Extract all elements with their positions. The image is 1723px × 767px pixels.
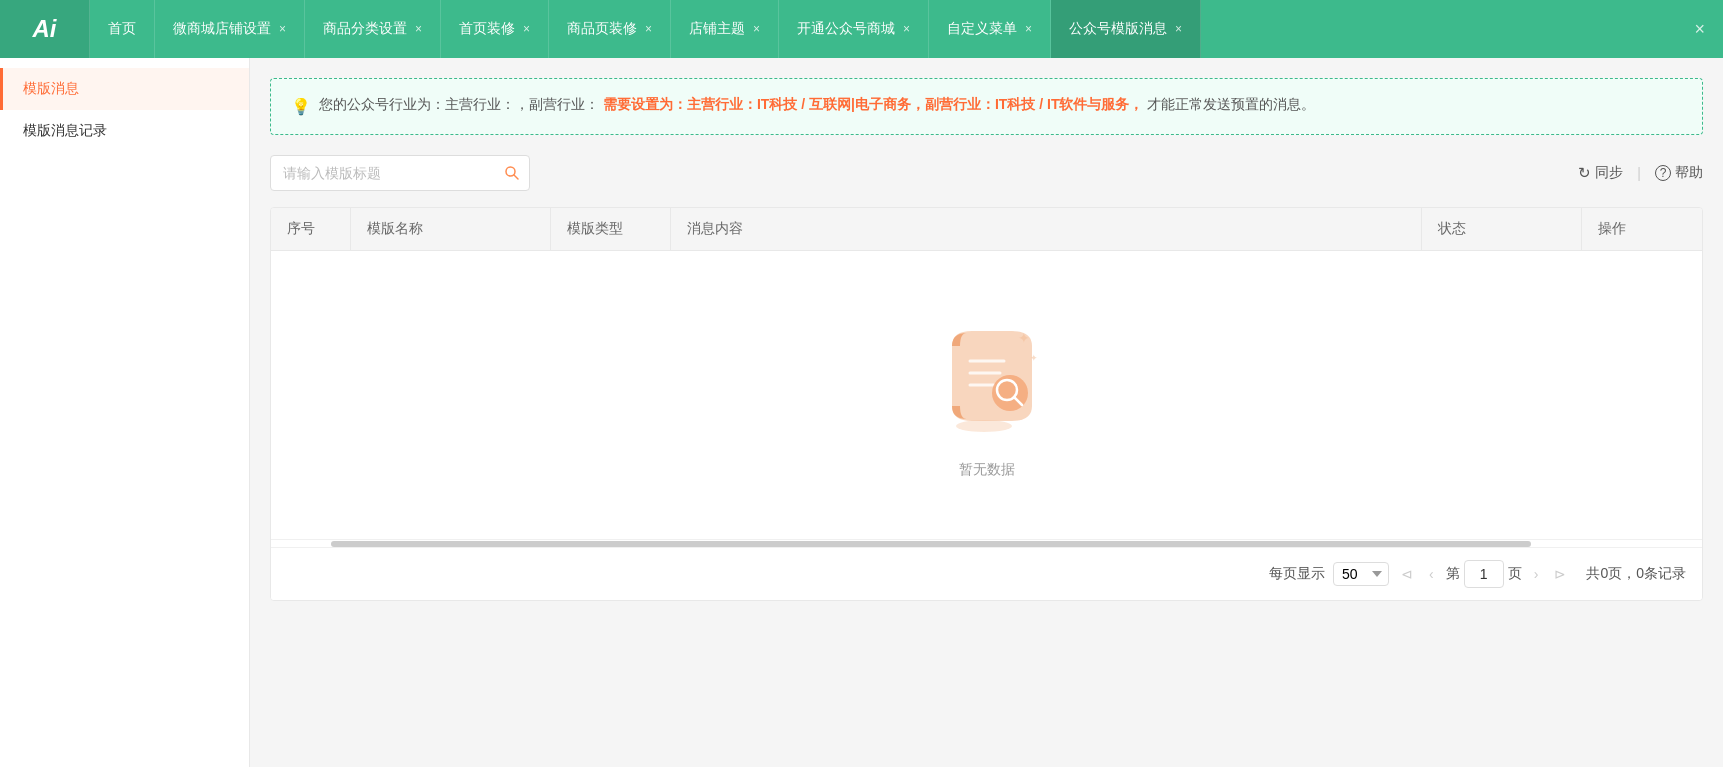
toolbar-right: ↻ 同步 | ? 帮助: [1578, 164, 1703, 182]
scroll-thumb: [331, 541, 1531, 547]
svg-line-1: [514, 175, 518, 179]
page-prefix: 第: [1446, 565, 1460, 583]
notice-icon: 💡: [291, 94, 311, 120]
svg-text:✦: ✦: [1018, 330, 1030, 346]
notice-box: 💡 您的公众号行业为：主营行业：，副营行业： 需要设置为：主营行业：IT科技 /…: [270, 78, 1703, 135]
nav-tab-4[interactable]: 商品页装修×: [549, 0, 671, 58]
sidebar: 模版消息模版消息记录: [0, 58, 250, 767]
nav-tab-close-8[interactable]: ×: [1175, 22, 1182, 36]
help-icon: ?: [1655, 165, 1671, 181]
notice-highlight: 需要设置为：主营行业：IT科技 / 互联网|电子商务，副营行业：IT科技 / I…: [603, 96, 1144, 112]
table-col-2: 模版类型: [551, 208, 671, 250]
toolbar-divider: |: [1633, 165, 1645, 181]
page-total: 共0页，0条记录: [1586, 565, 1686, 583]
empty-illustration: ✦ ✦: [922, 311, 1052, 441]
search-icon: [504, 165, 520, 181]
page-unit: 页: [1508, 565, 1522, 583]
main-layout: 模版消息模版消息记录 💡 您的公众号行业为：主营行业：，副营行业： 需要设置为：…: [0, 58, 1723, 767]
nav-tab-close-2[interactable]: ×: [415, 22, 422, 36]
nav-tab-0[interactable]: 首页: [90, 0, 155, 58]
scroll-track[interactable]: [271, 539, 1702, 547]
notice-text: 您的公众号行业为：主营行业：，副营行业： 需要设置为：主营行业：IT科技 / 互…: [319, 93, 1315, 115]
nav-tab-close-4[interactable]: ×: [645, 22, 652, 36]
nav-tab-close-3[interactable]: ×: [523, 22, 530, 36]
empty-state: ✦ ✦ 暂无数据: [271, 251, 1702, 539]
nav-tab-2[interactable]: 商品分类设置×: [305, 0, 441, 58]
nav-tab-1[interactable]: 微商城店铺设置×: [155, 0, 305, 58]
page-input-wrap: 第 页: [1446, 560, 1522, 588]
table-header: 序号模版名称模版类型消息内容状态操作: [271, 208, 1702, 251]
table-col-4: 状态: [1422, 208, 1582, 250]
search-input-wrap: [270, 155, 530, 191]
nav-tab-3[interactable]: 首页装修×: [441, 0, 549, 58]
nav-tab-close-1[interactable]: ×: [279, 22, 286, 36]
nav-tab-close-7[interactable]: ×: [1025, 22, 1032, 36]
page-size-label: 每页显示: [1269, 565, 1325, 583]
nav-tab-close-5[interactable]: ×: [753, 22, 760, 36]
last-page-button[interactable]: ⊳: [1550, 565, 1570, 583]
pagination: 每页显示 50 10 20 100 ⊲ ‹ 第 页 › ⊳ 共0页，0条记录: [271, 547, 1702, 600]
content-area: 💡 您的公众号行业为：主营行业：，副营行业： 需要设置为：主营行业：IT科技 /…: [250, 58, 1723, 767]
sync-icon: ↻: [1578, 164, 1591, 182]
close-all-button[interactable]: ×: [1676, 19, 1723, 40]
nav-tab-7[interactable]: 自定义菜单×: [929, 0, 1051, 58]
table-col-0: 序号: [271, 208, 351, 250]
nav-tab-5[interactable]: 店铺主题×: [671, 0, 779, 58]
help-button[interactable]: ? 帮助: [1655, 164, 1703, 182]
next-page-button[interactable]: ›: [1530, 565, 1543, 583]
nav-tab-6[interactable]: 开通公众号商城×: [779, 0, 929, 58]
table-col-3: 消息内容: [671, 208, 1422, 250]
prev-page-button[interactable]: ‹: [1425, 565, 1438, 583]
svg-point-2: [956, 420, 1012, 432]
search-button[interactable]: [494, 155, 530, 191]
page-number-input[interactable]: [1464, 560, 1504, 588]
app-logo: Ai: [0, 0, 90, 58]
nav-tab-close-6[interactable]: ×: [903, 22, 910, 36]
first-page-button[interactable]: ⊲: [1397, 565, 1417, 583]
sync-button[interactable]: ↻ 同步: [1578, 164, 1623, 182]
sidebar-item-1[interactable]: 模版消息记录: [0, 110, 249, 152]
empty-text: 暂无数据: [959, 461, 1015, 479]
search-bar: ↻ 同步 | ? 帮助: [270, 155, 1703, 191]
sidebar-item-0[interactable]: 模版消息: [0, 68, 249, 110]
page-size-select[interactable]: 50 10 20 100: [1333, 562, 1389, 586]
table-col-5: 操作: [1582, 208, 1702, 250]
table-wrap: 序号模版名称模版类型消息内容状态操作: [270, 207, 1703, 601]
top-nav: Ai 首页微商城店铺设置×商品分类设置×首页装修×商品页装修×店铺主题×开通公众…: [0, 0, 1723, 58]
nav-tab-8[interactable]: 公众号模版消息×: [1051, 0, 1201, 58]
search-input[interactable]: [270, 155, 530, 191]
svg-text:✦: ✦: [1030, 353, 1038, 363]
table-col-1: 模版名称: [351, 208, 551, 250]
